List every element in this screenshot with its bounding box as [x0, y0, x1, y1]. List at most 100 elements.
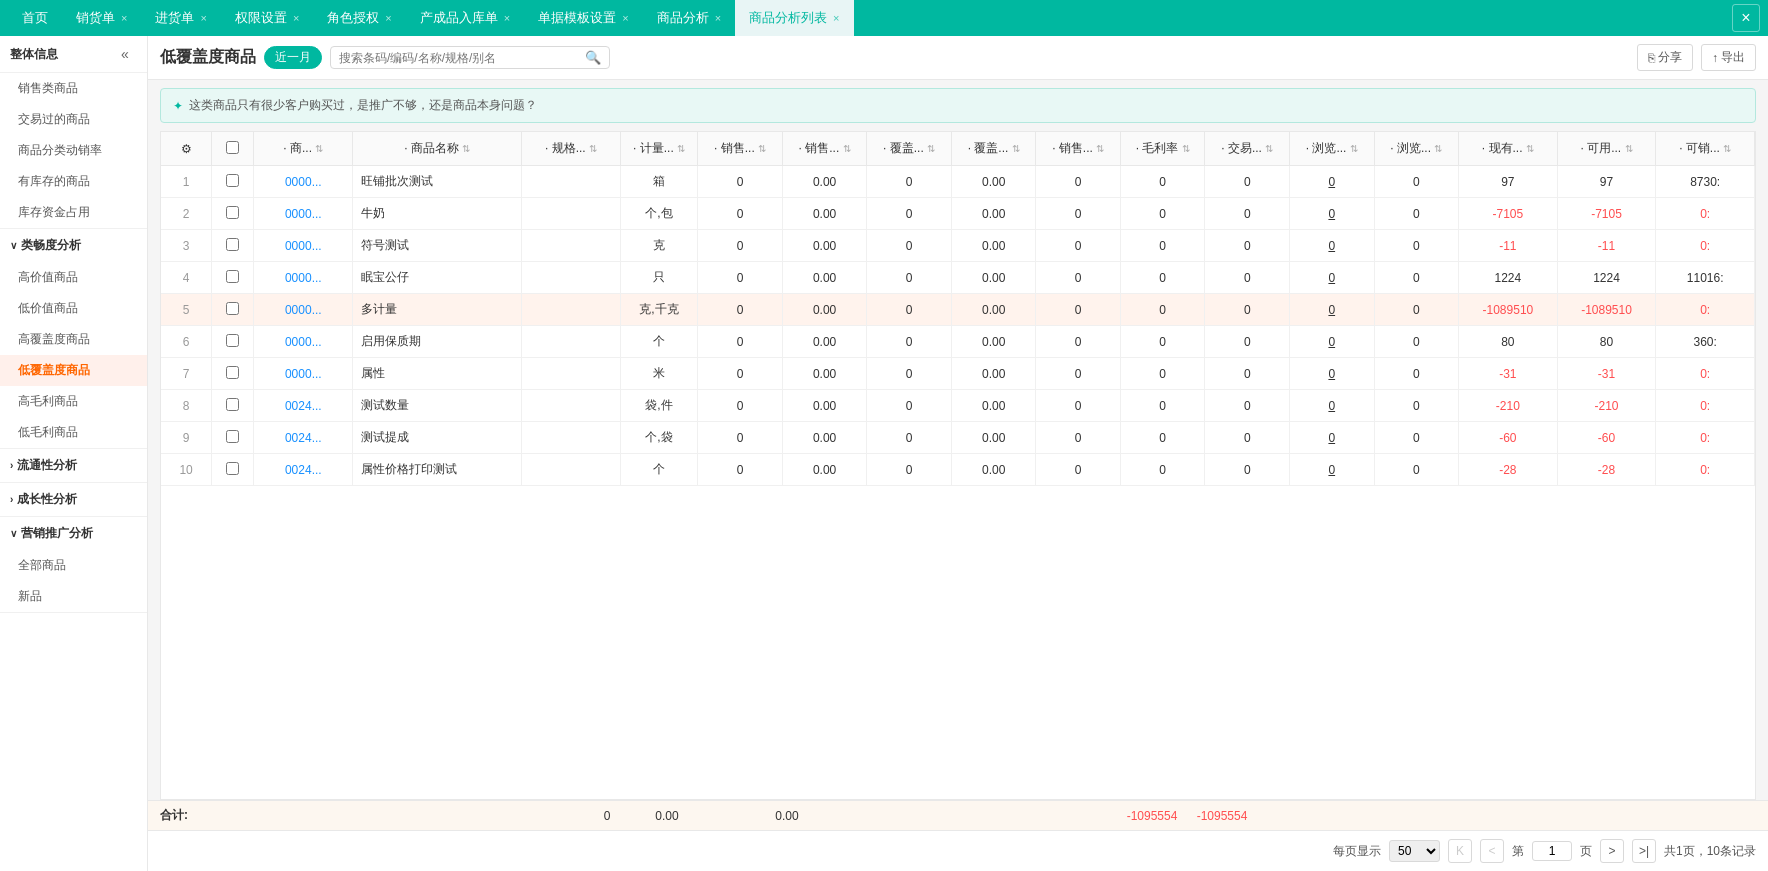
row-checkbox[interactable] [212, 422, 254, 454]
sidebar-section-营销-header[interactable]: ∨ 营销推广分析 [0, 517, 147, 550]
close-icon[interactable]: × [293, 12, 299, 24]
row-checkbox[interactable] [212, 454, 254, 486]
salable-column-header[interactable]: · 可销... ⇅ [1656, 132, 1755, 166]
sidebar-item-high-coverage[interactable]: 高覆盖度商品 [0, 324, 147, 355]
row-current: -1089510 [1459, 294, 1558, 326]
sidebar-item-all-goods[interactable]: 全部商品 [0, 550, 147, 581]
gross-column-header[interactable]: · 毛利率 ⇅ [1120, 132, 1205, 166]
row-browse1[interactable]: 0 [1290, 198, 1375, 230]
nav-product-analysis[interactable]: 商品分析 × [643, 0, 735, 36]
browse1-column-header[interactable]: · 浏览... ⇅ [1290, 132, 1375, 166]
sidebar-collapse-button[interactable]: « [113, 42, 137, 66]
sidebar-item-low-coverage[interactable]: 低覆盖度商品 [0, 355, 147, 386]
row-salable: 360: [1656, 326, 1755, 358]
row-select-checkbox[interactable] [226, 206, 239, 219]
nav-purchase-order[interactable]: 进货单 × [141, 0, 220, 36]
sidebar-item-stock-capital[interactable]: 库存资金占用 [0, 197, 147, 228]
row-checkbox[interactable] [212, 166, 254, 198]
settings-column-header[interactable]: ⚙ [161, 132, 212, 166]
sale-qty-column-header[interactable]: · 销售... ⇅ [698, 132, 783, 166]
next-page-button[interactable]: > [1600, 839, 1624, 863]
row-select-checkbox[interactable] [226, 462, 239, 475]
sidebar-item-category-rate[interactable]: 商品分类动销率 [0, 135, 147, 166]
window-close-button[interactable]: × [1732, 4, 1760, 32]
row-select-checkbox[interactable] [226, 430, 239, 443]
sidebar-section-流通-header[interactable]: › 流通性分析 [0, 449, 147, 482]
sidebar-item-stocked-goods[interactable]: 有库存的商品 [0, 166, 147, 197]
row-browse1[interactable]: 0 [1290, 294, 1375, 326]
per-page-select[interactable]: 50 20 100 [1389, 840, 1440, 862]
row-select-checkbox[interactable] [226, 398, 239, 411]
nav-permission-setting[interactable]: 权限设置 × [221, 0, 313, 36]
row-checkbox[interactable] [212, 326, 254, 358]
sale-amt-column-header[interactable]: · 销售... ⇅ [782, 132, 867, 166]
name-column-header[interactable]: · 商品名称 ⇅ [353, 132, 522, 166]
sidebar-item-sales-goods[interactable]: 销售类商品 [0, 73, 147, 104]
share-button[interactable]: ⎘ 分享 [1637, 44, 1693, 71]
page-input[interactable] [1532, 841, 1572, 861]
sidebar-item-low-value[interactable]: 低价值商品 [0, 293, 147, 324]
row-checkbox[interactable] [212, 198, 254, 230]
sidebar-section-畅度-header[interactable]: ∨ 类畅度分析 [0, 229, 147, 262]
sale2-column-header[interactable]: · 销售... ⇅ [1036, 132, 1121, 166]
search-icon[interactable]: 🔍 [585, 50, 601, 65]
row-checkbox[interactable] [212, 230, 254, 262]
row-checkbox[interactable] [212, 262, 254, 294]
row-browse1[interactable]: 0 [1290, 326, 1375, 358]
nav-sales-order[interactable]: 销货单 × [62, 0, 141, 36]
nav-role-auth[interactable]: 角色授权 × [313, 0, 405, 36]
row-select-checkbox[interactable] [226, 334, 239, 347]
sidebar-item-traded-goods[interactable]: 交易过的商品 [0, 104, 147, 135]
browse2-column-header[interactable]: · 浏览... ⇅ [1374, 132, 1459, 166]
avail-column-header[interactable]: · 可用... ⇅ [1557, 132, 1656, 166]
close-icon[interactable]: × [622, 12, 628, 24]
spec-column-header[interactable]: · 规格... ⇅ [522, 132, 621, 166]
nav-template-setting[interactable]: 单据模板设置 × [524, 0, 642, 36]
table-row: 10 0024... 属性价格打印测试 个 0 0.00 0 0.00 0 0 … [161, 454, 1755, 486]
current-column-header[interactable]: · 现有... ⇅ [1459, 132, 1558, 166]
close-icon[interactable]: × [385, 12, 391, 24]
code-column-header[interactable]: · 商... ⇅ [254, 132, 353, 166]
close-icon[interactable]: × [121, 12, 127, 24]
row-browse1[interactable]: 0 [1290, 262, 1375, 294]
checkbox-column-header[interactable] [212, 132, 254, 166]
sidebar-item-low-margin[interactable]: 低毛利商品 [0, 417, 147, 448]
row-checkbox[interactable] [212, 390, 254, 422]
row-name: 启用保质期 [353, 326, 522, 358]
row-checkbox[interactable] [212, 294, 254, 326]
row-browse1[interactable]: 0 [1290, 390, 1375, 422]
search-input[interactable] [339, 51, 581, 65]
row-browse1[interactable]: 0 [1290, 422, 1375, 454]
sidebar-item-high-margin[interactable]: 高毛利商品 [0, 386, 147, 417]
row-browse1[interactable]: 0 [1290, 454, 1375, 486]
sidebar-item-high-value[interactable]: 高价值商品 [0, 262, 147, 293]
period-button[interactable]: 近一月 [264, 46, 322, 69]
nav-product-inbound[interactable]: 产成品入库单 × [406, 0, 524, 36]
row-select-checkbox[interactable] [226, 238, 239, 251]
row-select-checkbox[interactable] [226, 366, 239, 379]
cov2-column-header[interactable]: · 覆盖... ⇅ [951, 132, 1036, 166]
export-button[interactable]: ↑ 导出 [1701, 44, 1756, 71]
trans-column-header[interactable]: · 交易... ⇅ [1205, 132, 1290, 166]
close-icon[interactable]: × [504, 12, 510, 24]
close-icon[interactable]: × [833, 12, 839, 24]
nav-product-analysis-list[interactable]: 商品分析列表 × [735, 0, 853, 36]
row-browse1[interactable]: 0 [1290, 166, 1375, 198]
select-all-checkbox[interactable] [226, 141, 239, 154]
sidebar-item-new-goods[interactable]: 新品 [0, 581, 147, 612]
nav-home[interactable]: 首页 [8, 0, 62, 36]
row-checkbox[interactable] [212, 358, 254, 390]
sidebar-section-成长-header[interactable]: › 成长性分析 [0, 483, 147, 516]
unit-column-header[interactable]: · 计量... ⇅ [620, 132, 697, 166]
close-icon[interactable]: × [715, 12, 721, 24]
first-page-button[interactable]: K [1448, 839, 1472, 863]
row-browse1[interactable]: 0 [1290, 230, 1375, 262]
row-browse1[interactable]: 0 [1290, 358, 1375, 390]
row-select-checkbox[interactable] [226, 174, 239, 187]
row-select-checkbox[interactable] [226, 302, 239, 315]
close-icon[interactable]: × [200, 12, 206, 24]
row-select-checkbox[interactable] [226, 270, 239, 283]
cov1-column-header[interactable]: · 覆盖... ⇅ [867, 132, 952, 166]
prev-page-button[interactable]: < [1480, 839, 1504, 863]
last-page-button[interactable]: >| [1632, 839, 1656, 863]
